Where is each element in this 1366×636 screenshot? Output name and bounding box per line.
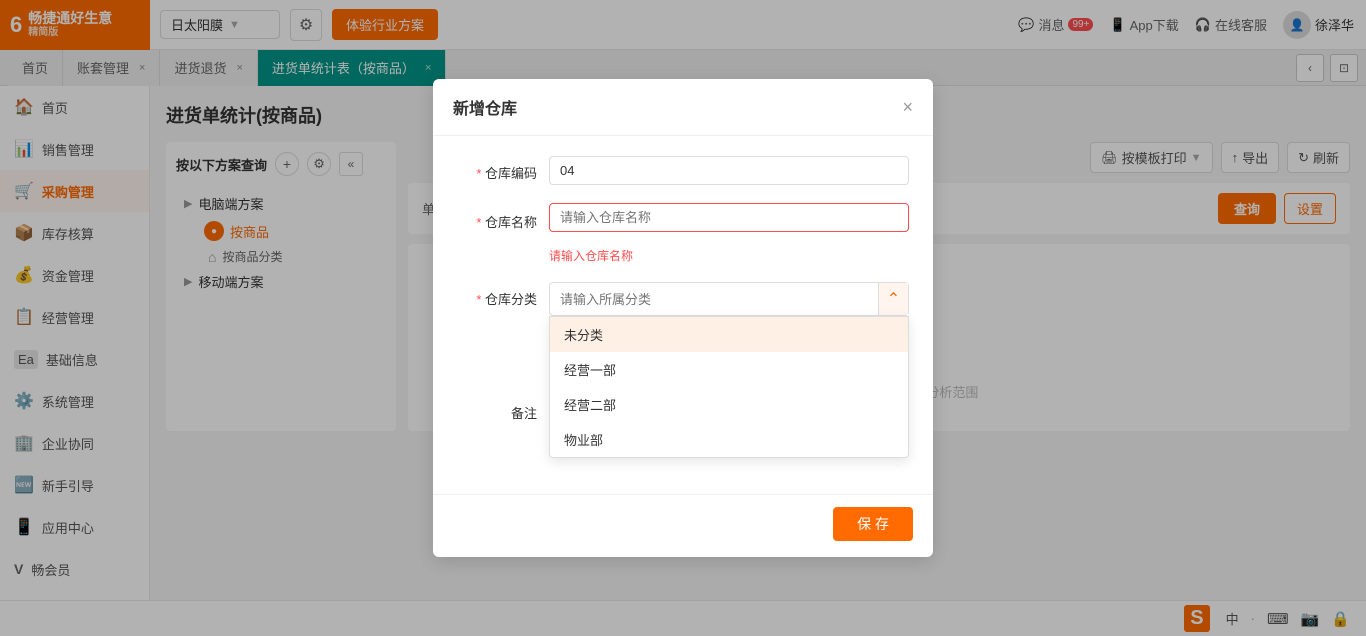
dropdown-item-property[interactable]: 物业部 xyxy=(550,422,908,457)
category-label: 仓库分类 xyxy=(457,282,537,308)
form-row-category: 仓库分类 ⌃ 未分类 经营一部 经营二部 物业部 xyxy=(457,282,909,316)
name-error-wrapper: 请输入仓库名称 xyxy=(549,247,909,264)
dropdown-item-dept1[interactable]: 经营一部 xyxy=(550,352,908,387)
note-label: 备注 xyxy=(457,396,537,422)
name-input-wrapper xyxy=(549,203,909,232)
category-input[interactable] xyxy=(550,286,878,313)
save-button[interactable]: 保 存 xyxy=(833,507,913,541)
dropdown-item-unclassified[interactable]: 未分类 xyxy=(550,317,908,352)
category-input-row: ⌃ xyxy=(549,282,909,316)
category-chevron-button[interactable]: ⌃ xyxy=(878,283,908,315)
dialog-title: 新增仓库 xyxy=(453,95,517,119)
new-warehouse-dialog: 新增仓库 × 仓库编码 仓库名称 请输入仓库名称 xyxy=(433,79,933,557)
name-input[interactable] xyxy=(549,203,909,232)
code-label: 仓库编码 xyxy=(457,156,537,182)
modal-overlay: 新增仓库 × 仓库编码 仓库名称 请输入仓库名称 xyxy=(0,0,1366,636)
category-dropdown: 未分类 经营一部 经营二部 物业部 xyxy=(549,316,909,458)
form-row-name: 仓库名称 请输入仓库名称 xyxy=(457,203,909,264)
name-label: 仓库名称 xyxy=(457,205,537,231)
dialog-footer: 保 存 xyxy=(433,494,933,557)
form-row-code: 仓库编码 xyxy=(457,156,909,185)
dialog-close-button[interactable]: × xyxy=(902,98,913,116)
code-input[interactable] xyxy=(549,156,909,185)
dropdown-item-dept2[interactable]: 经营二部 xyxy=(550,387,908,422)
dialog-body: 仓库编码 仓库名称 请输入仓库名称 仓库分类 xyxy=(433,136,933,494)
name-error-message: 请输入仓库名称 xyxy=(549,249,633,263)
dialog-header: 新增仓库 × xyxy=(433,79,933,136)
category-wrapper: ⌃ 未分类 经营一部 经营二部 物业部 xyxy=(549,282,909,316)
